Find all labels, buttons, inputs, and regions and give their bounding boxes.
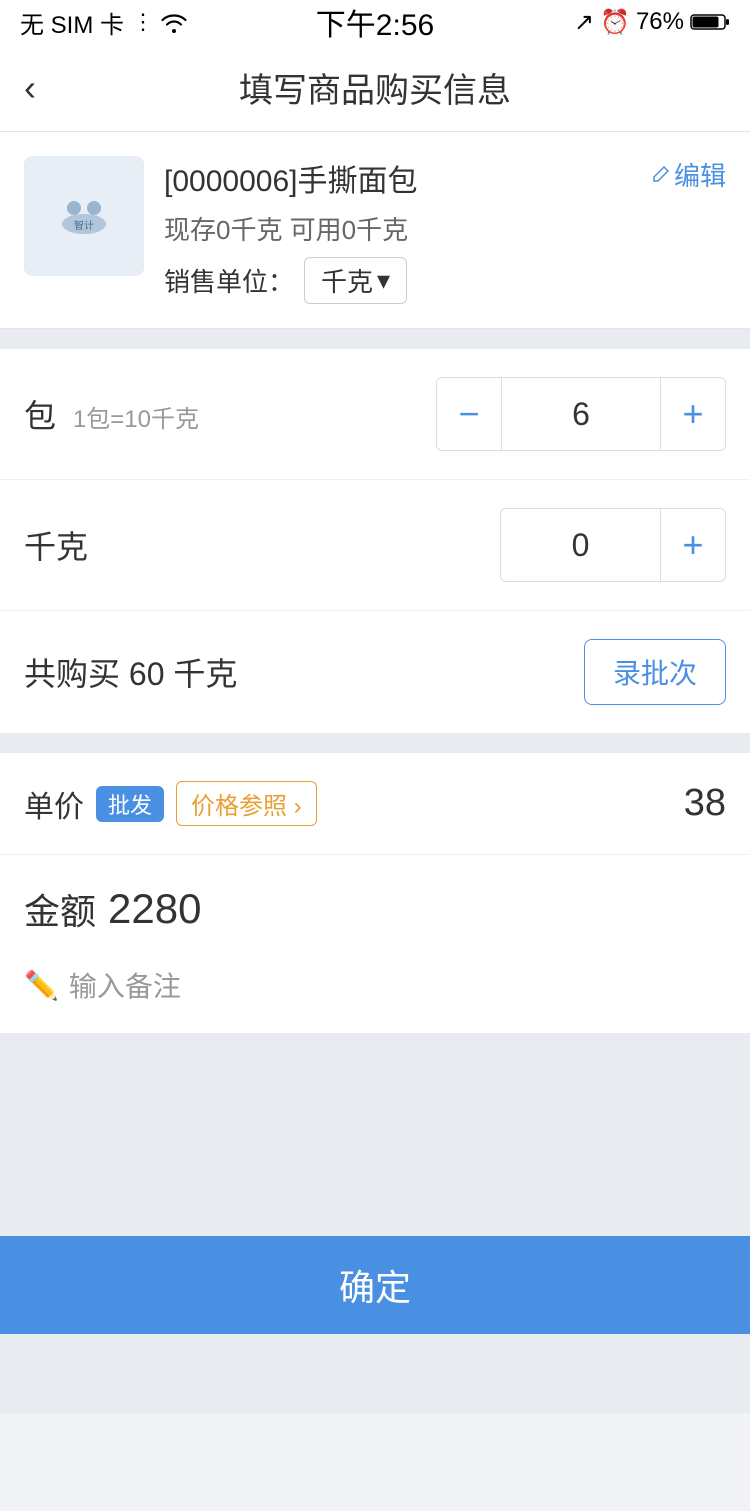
amount-label: 金额 — [24, 883, 96, 935]
status-left: 无 SIM 卡 ⋮ — [20, 5, 188, 40]
price-type-badge: 批发 — [96, 786, 164, 822]
confirm-button-label: 确定 — [339, 1259, 411, 1311]
product-unit-row: 销售单位： 千克 ▾ — [164, 257, 726, 304]
bao-sublabel: 1包=10千克 — [73, 406, 199, 433]
bao-input-row: 包 1包=10千克 − + — [0, 349, 750, 480]
page-title: 填写商品购买信息 — [239, 63, 511, 112]
price-section: 单价 批发 价格参照 › 38 — [0, 753, 750, 854]
total-row: 共购买 60 千克 录批次 — [0, 611, 750, 733]
svg-text:智计: 智计 — [74, 219, 94, 232]
product-image: 智计 — [24, 156, 144, 276]
bao-plus-button[interactable]: + — [661, 378, 725, 450]
bao-minus-button[interactable]: − — [437, 378, 501, 450]
unit-select[interactable]: 千克 ▾ — [304, 257, 407, 304]
product-stock: 现存0千克 可用0千克 — [164, 210, 726, 247]
bao-stepper: − + — [436, 377, 726, 451]
section-divider-1 — [0, 329, 750, 349]
product-card: 智计 [0000006]手撕面包 现存0千克 可用0千克 销售单位： 千克 ▾ … — [0, 132, 750, 329]
amount-row: 金额 2280 — [24, 883, 726, 955]
input-section: 包 1包=10千克 − + 千克 + 共购买 60 千克 录批次 — [0, 349, 750, 733]
alarm-icon: ⏰ — [600, 8, 630, 37]
bao-label: 包 1包=10千克 — [24, 391, 436, 437]
product-info: [0000006]手撕面包 现存0千克 可用0千克 销售单位： 千克 ▾ — [164, 156, 726, 304]
bao-input[interactable] — [501, 378, 661, 450]
amount-value: 2280 — [108, 885, 201, 933]
price-label: 单价 — [24, 782, 84, 826]
back-button[interactable]: ‹ — [24, 67, 36, 109]
battery-icon — [690, 12, 730, 32]
kg-input[interactable] — [501, 509, 661, 581]
edit-button[interactable]: 编辑 — [650, 156, 726, 193]
price-value: 38 — [684, 782, 726, 825]
product-name: [0000006]手撕面包 — [164, 156, 726, 200]
status-right: ↗ ⏰ 76% — [574, 8, 730, 37]
pencil-icon: ✏️ — [24, 969, 59, 1002]
wifi-icon: ⋮ — [132, 9, 188, 35]
price-ref-button[interactable]: 价格参照 › — [176, 781, 317, 826]
kg-stepper: + — [500, 508, 726, 582]
note-row[interactable]: ✏️ 输入备注 — [24, 955, 726, 1033]
kg-label: 千克 — [24, 522, 500, 568]
amount-section: 金额 2280 ✏️ 输入备注 — [0, 854, 750, 1033]
edit-icon — [650, 165, 670, 185]
kg-input-row: 千克 + — [0, 480, 750, 611]
bottom-spacer — [0, 1033, 750, 1413]
status-bar: 无 SIM 卡 ⋮ 下午2:56 ↗ ⏰ 76% — [0, 0, 750, 44]
status-time: 下午2:56 — [316, 0, 434, 44]
carrier-label: 无 SIM 卡 — [20, 5, 124, 40]
section-divider-2 — [0, 733, 750, 753]
unit-label: 销售单位： — [164, 262, 294, 299]
confirm-bar[interactable]: 确定 — [0, 1236, 750, 1334]
batch-button[interactable]: 录批次 — [584, 639, 726, 705]
battery-label: 76% — [636, 8, 684, 36]
location-icon: ↗ — [574, 8, 594, 37]
note-placeholder: 输入备注 — [69, 965, 181, 1005]
nav-bar: ‹ 填写商品购买信息 — [0, 44, 750, 132]
kg-plus-button[interactable]: + — [661, 509, 725, 581]
dropdown-icon: ▾ — [377, 265, 390, 296]
total-text: 共购买 60 千克 — [24, 649, 237, 695]
